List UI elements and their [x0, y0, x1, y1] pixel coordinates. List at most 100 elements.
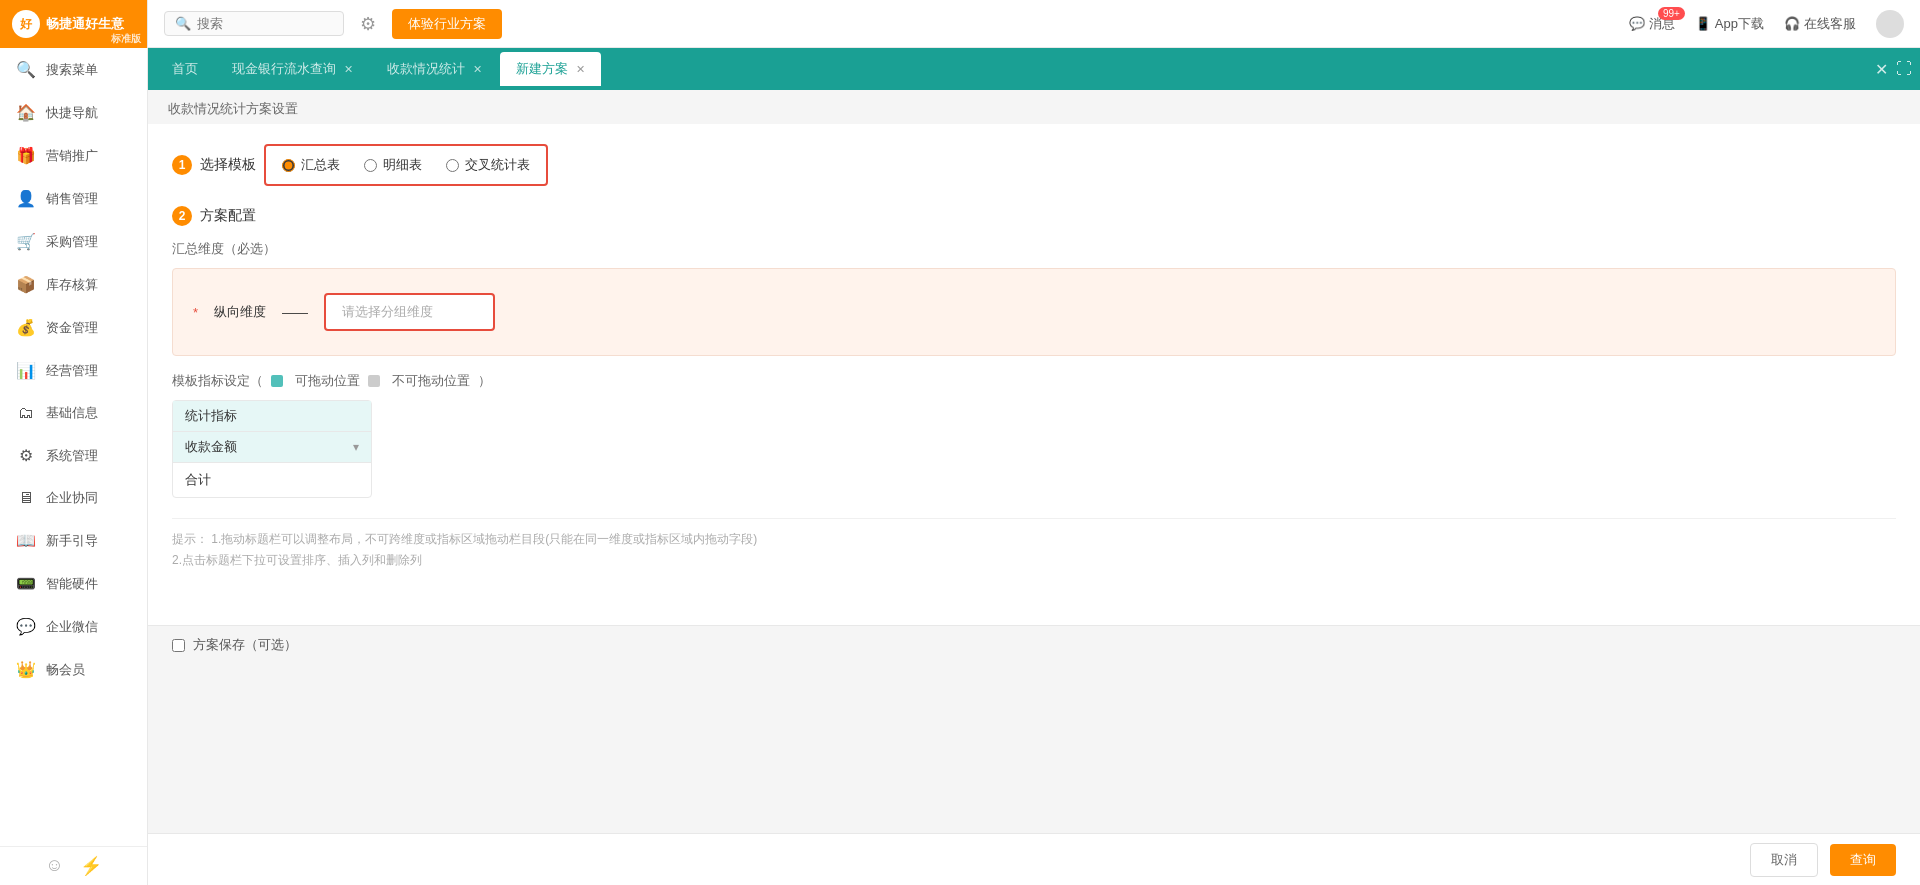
- chart-icon: 📊: [16, 361, 36, 380]
- tab-collect-stat[interactable]: 收款情况统计 ✕: [371, 52, 498, 86]
- main-area: 🔍 ⚙ 体验行业方案 💬 消息 99+ 📱 App下载 🎧 在线客服 首页: [148, 0, 1920, 885]
- box-icon: 📦: [16, 275, 36, 294]
- tabbar-actions: ✕ ⛶: [1875, 60, 1912, 79]
- step1-number: 1: [172, 155, 192, 175]
- step2-number: 2: [172, 206, 192, 226]
- crown-icon: 👑: [16, 660, 36, 679]
- gear-icon: ⚙: [16, 446, 36, 465]
- tips-section: 提示： 1.拖动标题栏可以调整布局，不可跨维度或指标区域拖动栏目段(只能在同一维…: [172, 518, 1896, 585]
- topbar: 🔍 ⚙ 体验行业方案 💬 消息 99+ 📱 App下载 🎧 在线客服: [148, 0, 1920, 48]
- step1-section: 1 选择模板 汇总表 明细表 交叉统计表: [172, 144, 1896, 186]
- gift-icon: 🎁: [16, 146, 36, 165]
- download-icon: 📱: [1695, 16, 1711, 31]
- template-radio-summary[interactable]: [282, 159, 295, 172]
- metrics-config: 模板指标设定（ 可拖动位置 不可拖动位置 ） 统计指标 收款金额 ▾: [172, 372, 1896, 498]
- required-star: *: [193, 305, 198, 320]
- vertical-dimension-label: 纵向维度: [214, 303, 266, 321]
- metrics-table: 统计指标 收款金额 ▾ 合计: [172, 400, 372, 498]
- metric-dropdown-icon[interactable]: ▾: [353, 440, 359, 454]
- notification-item[interactable]: 💬 消息 99+: [1629, 15, 1675, 33]
- tab-close-bank-flow[interactable]: ✕: [344, 63, 353, 76]
- step1-label: 选择模板: [200, 156, 256, 174]
- template-radio-cross[interactable]: [446, 159, 459, 172]
- sidebar-logo: 好 畅捷通好生意 标准版: [0, 0, 147, 48]
- tab-close-window-button[interactable]: ✕: [1875, 60, 1888, 79]
- sidebar-bottom-icon-left[interactable]: ☺: [45, 855, 63, 877]
- bottom-bar: 取消 查询: [148, 833, 1920, 885]
- tab-maximize-button[interactable]: ⛶: [1896, 60, 1912, 78]
- metrics-total-row: 合计: [173, 463, 371, 497]
- notification-badge: 99+: [1658, 7, 1685, 20]
- metrics-table-header: 统计指标: [173, 401, 371, 432]
- query-button[interactable]: 查询: [1830, 844, 1896, 876]
- save-checkbox[interactable]: [172, 639, 185, 652]
- topbar-search-box[interactable]: 🔍: [164, 11, 344, 36]
- dimension-selector[interactable]: 请选择分组维度: [324, 293, 495, 331]
- topbar-right: 💬 消息 99+ 📱 App下载 🎧 在线客服: [1629, 10, 1904, 38]
- sidebar-item-enterprise[interactable]: 🖥 企业协同: [0, 477, 147, 519]
- version-badge: 标准版: [111, 32, 141, 46]
- cancel-button[interactable]: 取消: [1750, 843, 1818, 877]
- monitor-icon: 🖥: [16, 489, 36, 507]
- sidebar-item-smart-hw[interactable]: 📟 智能硬件: [0, 562, 147, 605]
- sidebar-bottom-icon-right[interactable]: ⚡: [80, 855, 102, 877]
- save-option-label[interactable]: 方案保存（可选）: [193, 636, 297, 654]
- tab-home[interactable]: 首页: [156, 52, 214, 86]
- draggable-indicator: [271, 375, 283, 387]
- online-support-item[interactable]: 🎧 在线客服: [1784, 15, 1856, 33]
- dimension-row: * 纵向维度 —— 请选择分组维度: [193, 293, 1875, 331]
- headset-icon: 🎧: [1784, 16, 1800, 31]
- sidebar-item-sales[interactable]: 👤 销售管理: [0, 177, 147, 220]
- settings-gear-icon[interactable]: ⚙: [360, 13, 376, 35]
- tab-bank-flow[interactable]: 现金银行流水查询 ✕: [216, 52, 369, 86]
- metrics-col-header[interactable]: 收款金额 ▾: [173, 432, 371, 463]
- trial-button[interactable]: 体验行业方案: [392, 9, 502, 39]
- money-icon: 💰: [16, 318, 36, 337]
- template-radio-detail[interactable]: [364, 159, 377, 172]
- book-icon: 📖: [16, 531, 36, 550]
- sidebar-item-member[interactable]: 👑 畅会员: [0, 648, 147, 691]
- template-option-detail[interactable]: 明细表: [364, 156, 422, 174]
- metrics-label: 模板指标设定（ 可拖动位置 不可拖动位置 ）: [172, 372, 1896, 390]
- sidebar-item-purchase[interactable]: 🛒 采购管理: [0, 220, 147, 263]
- sidebar-item-wechat[interactable]: 💬 企业微信: [0, 605, 147, 648]
- search-input[interactable]: [197, 16, 317, 31]
- sidebar-item-operation[interactable]: 📊 经营管理: [0, 349, 147, 392]
- tab-close-new-plan[interactable]: ✕: [576, 63, 585, 76]
- sidebar-item-search-menu[interactable]: 🔍 搜索菜单: [0, 48, 147, 91]
- dimension-section-label: 汇总维度（必选）: [172, 240, 1896, 258]
- step2-section: 2 方案配置 汇总维度（必选） * 纵向维度 —— 请选择分组维度: [172, 206, 1896, 585]
- cart-icon: 🛒: [16, 232, 36, 251]
- sidebar-bottom: ☺ ⚡: [0, 846, 147, 885]
- sidebar: 好 畅捷通好生意 标准版 🔍 搜索菜单 🏠 快捷导航 🎁 营销推广 👤 销售管理…: [0, 0, 148, 885]
- home-icon: 🏠: [16, 103, 36, 122]
- template-option-summary[interactable]: 汇总表: [282, 156, 340, 174]
- template-option-cross[interactable]: 交叉统计表: [446, 156, 530, 174]
- sidebar-item-finance[interactable]: 💰 资金管理: [0, 306, 147, 349]
- user-avatar[interactable]: [1876, 10, 1904, 38]
- sidebar-item-basic-info[interactable]: 🗂 基础信息: [0, 392, 147, 434]
- device-icon: 📟: [16, 574, 36, 593]
- folder-icon: 🗂: [16, 404, 36, 422]
- tab-close-collect-stat[interactable]: ✕: [473, 63, 482, 76]
- tip2: 2.点击标题栏下拉可设置排序、插入列和删除列: [172, 552, 1896, 569]
- tab-new-plan[interactable]: 新建方案 ✕: [500, 52, 601, 86]
- page-breadcrumb: 收款情况统计方案设置: [148, 90, 1920, 124]
- app-download-item[interactable]: 📱 App下载: [1695, 15, 1764, 33]
- sidebar-item-system[interactable]: ⚙ 系统管理: [0, 434, 147, 477]
- wechat-icon: 💬: [16, 617, 36, 636]
- sidebar-item-inventory[interactable]: 📦 库存核算: [0, 263, 147, 306]
- sidebar-item-quick-nav[interactable]: 🏠 快捷导航: [0, 91, 147, 134]
- dimension-arrow: ——: [282, 305, 308, 320]
- non-draggable-indicator: [368, 375, 380, 387]
- sidebar-item-guide[interactable]: 📖 新手引导: [0, 519, 147, 562]
- user-icon: 👤: [16, 189, 36, 208]
- topbar-search-icon: 🔍: [175, 16, 191, 31]
- step2-label: 方案配置: [200, 207, 256, 225]
- save-option-bar: 方案保存（可选）: [148, 625, 1920, 664]
- template-options-box: 汇总表 明细表 交叉统计表: [264, 144, 548, 186]
- content-area: 收款情况统计方案设置 1 选择模板 汇总表 明细表: [148, 90, 1920, 885]
- sidebar-item-marketing[interactable]: 🎁 营销推广: [0, 134, 147, 177]
- logo-icon: 好: [12, 10, 40, 38]
- step2-header: 2 方案配置: [172, 206, 1896, 226]
